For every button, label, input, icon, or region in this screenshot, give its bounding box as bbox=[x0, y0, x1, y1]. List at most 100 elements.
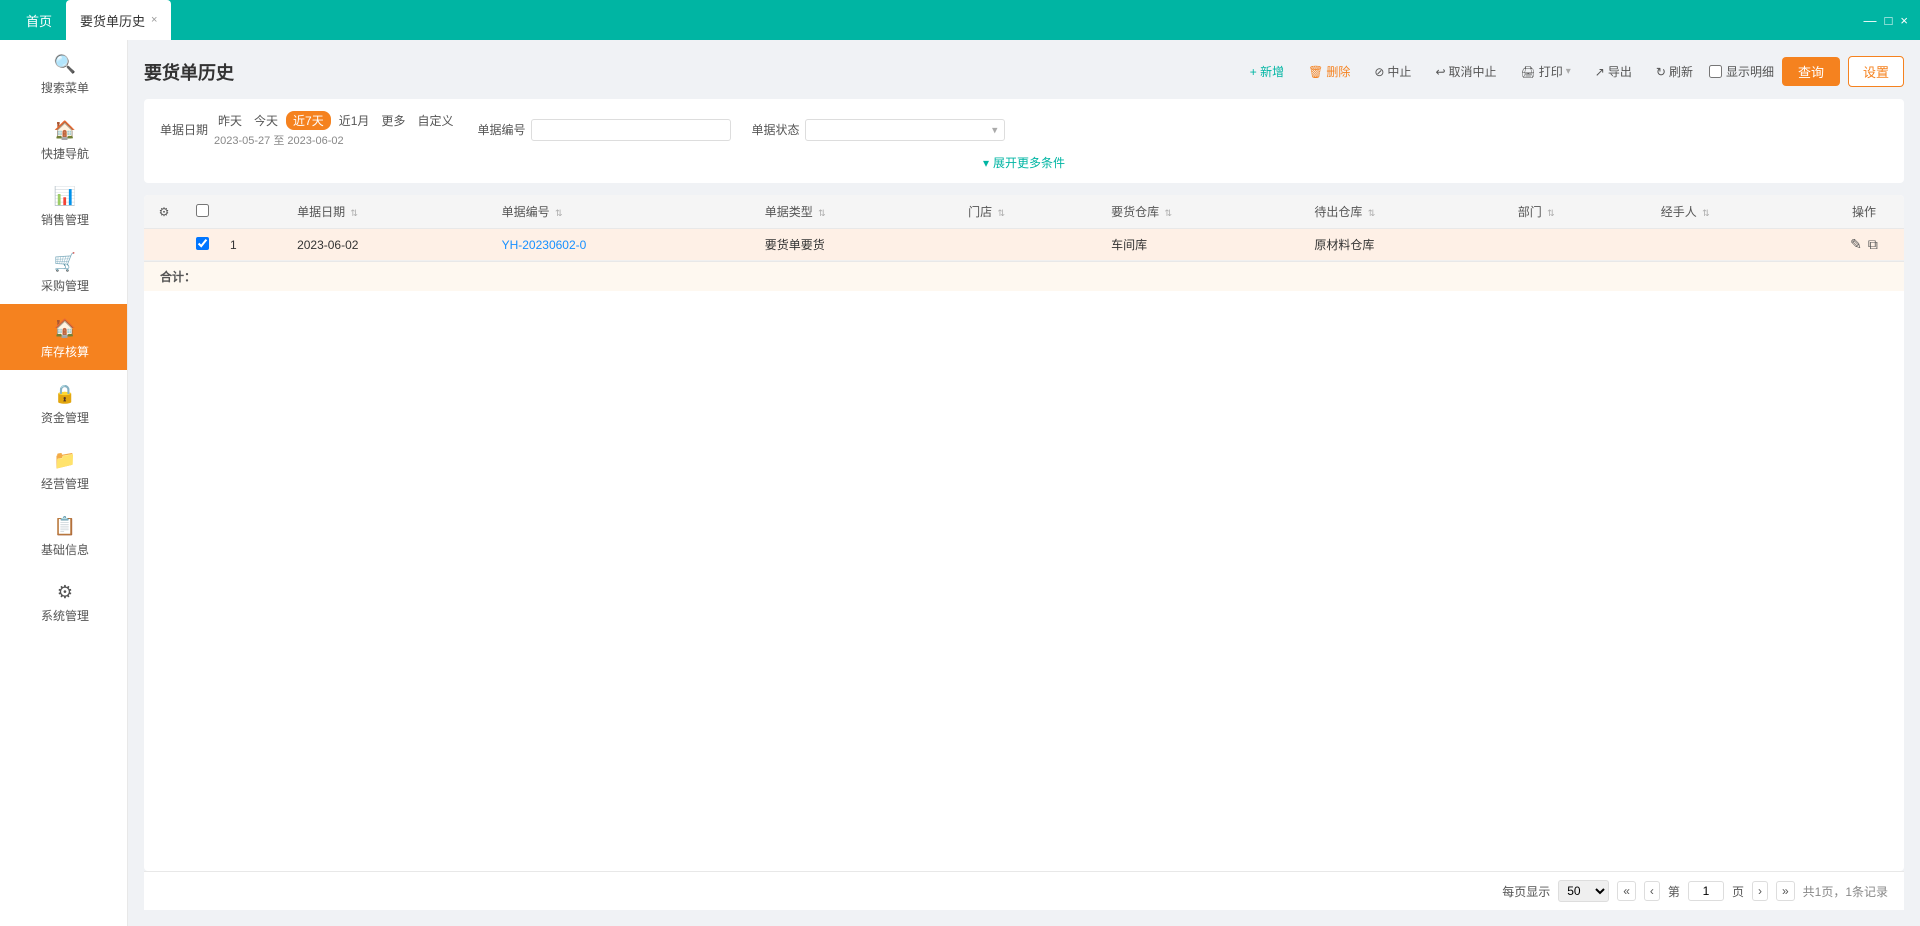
search-menu-icon: 🔍 bbox=[54, 54, 76, 75]
date-btn-yesterday[interactable]: 昨天 bbox=[214, 111, 246, 130]
row-settings bbox=[144, 229, 184, 261]
page-size-select[interactable]: 50 10 20 100 bbox=[1558, 880, 1609, 902]
window-close-icon[interactable]: × bbox=[1900, 13, 1908, 28]
status-select-wrap bbox=[805, 119, 1005, 141]
purchase-icon: 🛒 bbox=[54, 252, 76, 273]
prev-page-button[interactable]: ‹ bbox=[1644, 881, 1660, 901]
page-header: 要货单历史 + 新增 🗑 删除 ⊘ 中止 ↩ 取消中止 🖨 bbox=[144, 56, 1904, 87]
sidebar-item-finance[interactable]: 🔒 资金管理 bbox=[0, 370, 127, 436]
tab-home[interactable]: 首页 bbox=[12, 0, 66, 40]
sidebar-item-search-menu[interactable]: 🔍 搜索菜单 bbox=[0, 40, 127, 106]
sort-pending-warehouse-icon: ⇅ bbox=[1368, 208, 1376, 218]
quick-nav-icon: 🏠 bbox=[54, 120, 76, 141]
new-button[interactable]: + 新增 bbox=[1242, 59, 1292, 84]
toolbar: + 新增 🗑 删除 ⊘ 中止 ↩ 取消中止 🖨 打印 ▾ bbox=[1242, 56, 1904, 87]
date-btn-last7days[interactable]: 近7天 bbox=[286, 111, 331, 130]
delete-button[interactable]: 🗑 删除 bbox=[1300, 59, 1358, 84]
status-select[interactable] bbox=[805, 119, 1005, 141]
row-doc-type: 要货单要货 bbox=[755, 229, 958, 261]
col-operation: 操作 bbox=[1824, 195, 1904, 229]
doc-no-link[interactable]: YH-20230602-0 bbox=[502, 238, 587, 252]
row-dept bbox=[1508, 229, 1651, 261]
col-handler[interactable]: 经手人 ⇅ bbox=[1651, 195, 1824, 229]
sort-doc-type-icon: ⇅ bbox=[818, 208, 826, 218]
tab-requisition-history[interactable]: 要货单历史 × bbox=[66, 0, 171, 40]
window-controls: — □ × bbox=[1864, 13, 1908, 28]
col-checkbox bbox=[184, 195, 220, 229]
finance-icon: 🔒 bbox=[54, 384, 76, 405]
export-button[interactable]: ↗ 导出 bbox=[1587, 59, 1640, 84]
stop-button[interactable]: ⊘ 中止 bbox=[1366, 59, 1419, 84]
display-detail-checkbox[interactable]: 显示明细 bbox=[1709, 63, 1774, 80]
col-store[interactable]: 门店 ⇅ bbox=[958, 195, 1101, 229]
setting-button[interactable]: 设置 bbox=[1848, 56, 1904, 87]
date-btn-custom[interactable]: 自定义 bbox=[413, 111, 457, 130]
sort-req-warehouse-icon: ⇅ bbox=[1164, 208, 1172, 218]
date-btn-last1month[interactable]: 近1月 bbox=[335, 111, 374, 130]
cancel-stop-button[interactable]: ↩ 取消中止 bbox=[1427, 59, 1504, 84]
row-pending-warehouse: 原材料仓库 bbox=[1304, 229, 1507, 261]
main-layout: 🔍 搜索菜单 🏠 快捷导航 📊 销售管理 🛒 采购管理 🏠 库存核算 🔒 资金管… bbox=[0, 40, 1920, 926]
system-icon: ⚙ bbox=[57, 582, 73, 603]
first-page-button[interactable]: « bbox=[1617, 881, 1636, 901]
refresh-button[interactable]: ↻ 刷新 bbox=[1648, 59, 1701, 84]
col-req-warehouse[interactable]: 要货仓库 ⇅ bbox=[1101, 195, 1304, 229]
doc-num-input[interactable] bbox=[531, 119, 731, 141]
row-num: 1 bbox=[220, 229, 287, 261]
window-maximize-icon[interactable]: □ bbox=[1885, 13, 1893, 28]
col-dept[interactable]: 部门 ⇅ bbox=[1508, 195, 1651, 229]
sales-icon: 📊 bbox=[54, 186, 76, 207]
sort-doc-date-icon: ⇅ bbox=[350, 208, 358, 218]
date-range-display: 2023-05-27 至 2023-06-02 bbox=[214, 132, 457, 148]
copy-icon[interactable]: ⧉ bbox=[1868, 236, 1878, 253]
table-header-row: ⚙ 单据日期 ⇅ 单据编号 ⇅ bbox=[144, 195, 1904, 229]
row-store bbox=[958, 229, 1101, 261]
pagination-bar: 每页显示 50 10 20 100 « ‹ 第 页 › » 共1页，1条记录 bbox=[144, 871, 1904, 910]
next-page-button[interactable]: › bbox=[1752, 881, 1768, 901]
close-tab-icon[interactable]: × bbox=[151, 14, 157, 26]
inventory-icon: 🏠 bbox=[54, 318, 76, 339]
row-select-checkbox[interactable] bbox=[196, 237, 209, 250]
col-settings[interactable]: ⚙ bbox=[144, 195, 184, 229]
table-footer: 合计： bbox=[144, 261, 1904, 291]
query-button[interactable]: 查询 bbox=[1782, 57, 1840, 86]
sidebar-item-sales[interactable]: 📊 销售管理 bbox=[0, 172, 127, 238]
op-icons: ✎ ⧉ bbox=[1834, 236, 1894, 253]
row-doc-date: 2023-06-02 bbox=[287, 229, 492, 261]
row-operation: ✎ ⧉ bbox=[1824, 229, 1904, 261]
top-bar: 首页 要货单历史 × — □ × bbox=[0, 0, 1920, 40]
sidebar-item-purchase[interactable]: 🛒 采购管理 bbox=[0, 238, 127, 304]
sidebar-item-operations[interactable]: 📁 经营管理 bbox=[0, 436, 127, 502]
date-filter: 单据日期 昨天 今天 近7天 近1月 更多 自定义 2023-05-27 至 2… bbox=[160, 111, 457, 148]
window-minimize-icon[interactable]: — bbox=[1864, 13, 1877, 28]
expand-more-btn[interactable]: ▾ 展开更多条件 bbox=[160, 154, 1888, 171]
content-area: 要货单历史 + 新增 🗑 删除 ⊘ 中止 ↩ 取消中止 🖨 bbox=[128, 40, 1920, 926]
col-doc-date[interactable]: 单据日期 ⇅ bbox=[287, 195, 492, 229]
edit-icon[interactable]: ✎ bbox=[1850, 236, 1862, 253]
basic-info-icon: 📋 bbox=[54, 516, 76, 537]
select-all-checkbox[interactable] bbox=[196, 204, 209, 217]
date-filter-buttons: 昨天 今天 近7天 近1月 更多 自定义 bbox=[214, 111, 457, 130]
display-detail-check[interactable] bbox=[1709, 65, 1722, 78]
data-table: ⚙ 单据日期 ⇅ 单据编号 ⇅ bbox=[144, 195, 1904, 261]
date-btn-more[interactable]: 更多 bbox=[377, 111, 409, 130]
sidebar-item-quick-nav[interactable]: 🏠 快捷导航 bbox=[0, 106, 127, 172]
col-doc-type[interactable]: 单据类型 ⇅ bbox=[755, 195, 958, 229]
status-filter: 单据状态 bbox=[751, 119, 1005, 141]
sidebar-item-system[interactable]: ⚙ 系统管理 bbox=[0, 568, 127, 634]
doc-num-filter: 单据编号 bbox=[477, 119, 731, 141]
page-number-input[interactable] bbox=[1688, 881, 1724, 901]
col-pending-warehouse[interactable]: 待出仓库 ⇅ bbox=[1304, 195, 1507, 229]
print-button[interactable]: 🖨 打印 ▾ bbox=[1513, 59, 1579, 84]
table-row: 1 2023-06-02 YH-20230602-0 要货单要货 车间库 原材料… bbox=[144, 229, 1904, 261]
page-title: 要货单历史 bbox=[144, 59, 234, 85]
operations-icon: 📁 bbox=[54, 450, 76, 471]
date-btn-today[interactable]: 今天 bbox=[250, 111, 282, 130]
table-wrap: ⚙ 单据日期 ⇅ 单据编号 ⇅ bbox=[144, 195, 1904, 871]
last-page-button[interactable]: » bbox=[1776, 881, 1795, 901]
sidebar-item-basic-info[interactable]: 📋 基础信息 bbox=[0, 502, 127, 568]
col-doc-no[interactable]: 单据编号 ⇅ bbox=[492, 195, 755, 229]
sidebar-item-inventory[interactable]: 🏠 库存核算 bbox=[0, 304, 127, 370]
row-doc-no[interactable]: YH-20230602-0 bbox=[492, 229, 755, 261]
row-req-warehouse: 车间库 bbox=[1101, 229, 1304, 261]
